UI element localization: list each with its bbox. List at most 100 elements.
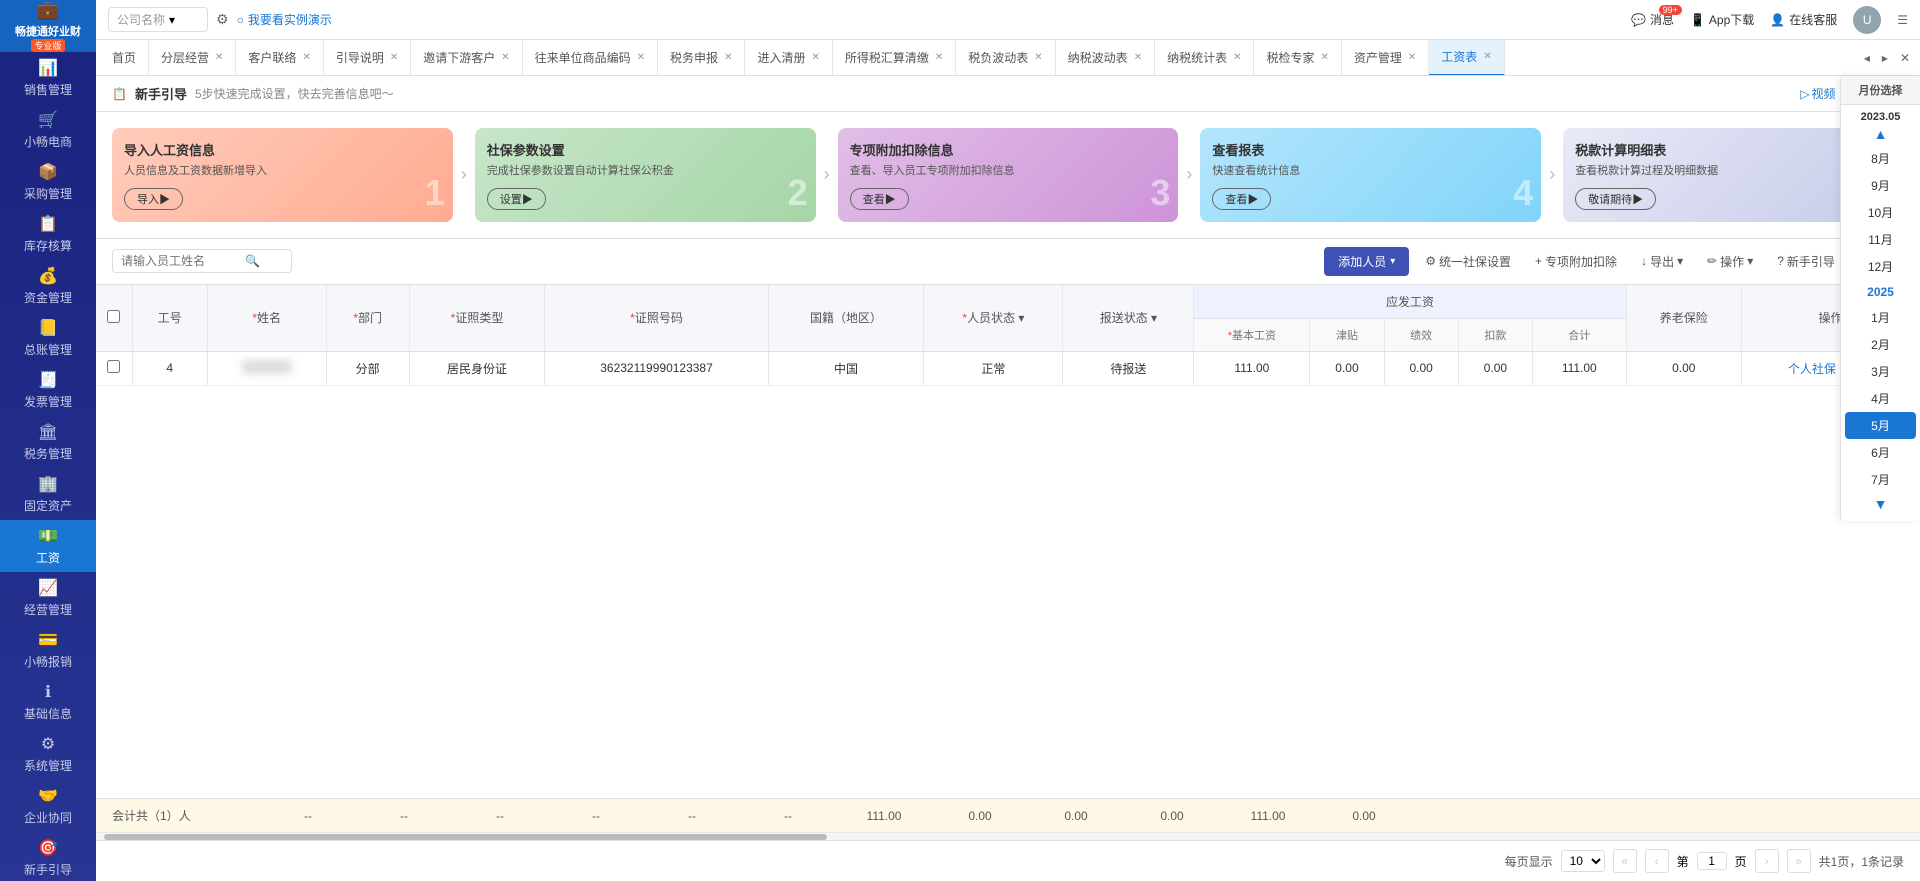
step-btn-1[interactable]: 设置▶	[487, 188, 546, 210]
month-item-10[interactable]: 5月	[1845, 412, 1916, 439]
company-dropdown[interactable]: 公司名称 ▾	[108, 7, 208, 32]
nav-tab-5[interactable]: 往来单位商品编码✕	[523, 40, 658, 76]
tab-close-6[interactable]: ✕	[724, 52, 732, 63]
sidebar-item-发票管理[interactable]: 🧾 发票管理	[0, 364, 96, 416]
demo-link[interactable]: ○ 我要看实例演示	[237, 11, 332, 28]
sidebar-item-总账管理[interactable]: 📒 总账管理	[0, 312, 96, 364]
new-guide-button[interactable]: ? 新手引导	[1769, 249, 1843, 274]
tab-close-14[interactable]: ✕	[1483, 51, 1491, 62]
special-deduction-button[interactable]: + 专项附加扣除	[1527, 249, 1625, 274]
nav-tab-4[interactable]: 邀请下游客户✕	[411, 40, 522, 76]
nav-tab-6[interactable]: 税务申报✕	[658, 40, 745, 76]
sidebar-item-新手引导[interactable]: 🎯 新手引导	[0, 832, 96, 881]
month-item-2[interactable]: 10月	[1845, 199, 1916, 226]
online-service-button[interactable]: 👤 在线客服	[1770, 11, 1837, 28]
social-insurance-link[interactable]: 个人社保	[1788, 360, 1836, 377]
next-page-button[interactable]: ›	[1755, 849, 1779, 873]
select-all-checkbox[interactable]	[107, 310, 120, 323]
message-button[interactable]: 💬 消息 99+	[1631, 11, 1674, 28]
nav-tab-2[interactable]: 客户联络✕	[236, 40, 323, 76]
sidebar-item-经营管理[interactable]: 📈 经营管理	[0, 572, 96, 624]
sidebar-item-企业协同[interactable]: 🤝 企业协同	[0, 780, 96, 832]
nav-tab-3[interactable]: 引导说明✕	[324, 40, 411, 76]
sidebar-item-基础信息[interactable]: ℹ 基础信息	[0, 676, 96, 728]
month-item-8[interactable]: 3月	[1845, 358, 1916, 385]
nav-tab-10[interactable]: 纳税波动表✕	[1056, 40, 1155, 76]
row-checkbox[interactable]	[107, 360, 120, 373]
deduction-icon: +	[1535, 254, 1542, 268]
sidebar-item-税务管理[interactable]: 🏛 税务管理	[0, 416, 96, 468]
add-person-button[interactable]: 添加人员 ▾	[1324, 247, 1409, 276]
month-item-7[interactable]: 2月	[1845, 331, 1916, 358]
guide-video-link[interactable]: ▷ 视频	[1800, 85, 1835, 102]
nav-tabs-next-arrow[interactable]: ▸	[1876, 51, 1894, 65]
prev-page-button[interactable]: ‹	[1645, 849, 1669, 873]
operations-button[interactable]: ✏ 操作 ▾	[1699, 249, 1761, 274]
report-filter-icon[interactable]: ▾	[1151, 311, 1157, 325]
tab-close-10[interactable]: ✕	[1134, 52, 1142, 63]
sidebar-item-库存核算[interactable]: 📋 库存核算	[0, 208, 96, 260]
nav-tab-0[interactable]: 首页	[100, 40, 149, 76]
tab-close-11[interactable]: ✕	[1233, 52, 1241, 63]
month-item-3[interactable]: 11月	[1845, 226, 1916, 253]
nav-tab-8[interactable]: 所得税汇算清缴✕	[833, 40, 956, 76]
sidebar-item-资金管理[interactable]: 💰 资金管理	[0, 260, 96, 312]
nav-tab-14[interactable]: 工资表✕	[1429, 40, 1504, 76]
app-download-button[interactable]: 📱 App下载	[1690, 11, 1754, 28]
first-page-button[interactable]: «	[1613, 849, 1637, 873]
nav-tab-7[interactable]: 进入清册✕	[745, 40, 832, 76]
month-item-9[interactable]: 4月	[1845, 385, 1916, 412]
month-next-button[interactable]: ▼	[1874, 497, 1888, 511]
tab-close-3[interactable]: ✕	[390, 52, 398, 63]
user-avatar[interactable]: U	[1853, 6, 1881, 34]
nav-tabs-prev-arrow[interactable]: ◂	[1858, 51, 1876, 65]
step-btn-4[interactable]: 敬请期待▶	[1575, 188, 1656, 210]
social-insurance-settings-button[interactable]: ⚙ 统一社保设置	[1417, 249, 1519, 274]
tab-close-2[interactable]: ✕	[302, 52, 310, 63]
month-item-12[interactable]: 7月	[1845, 466, 1916, 493]
sidebar-item-销售管理[interactable]: 📊 销售管理	[0, 52, 96, 104]
sidebar-item-系统管理[interactable]: ⚙ 系统管理	[0, 728, 96, 780]
sidebar-item-采购管理[interactable]: 📦 采购管理	[0, 156, 96, 208]
topbar-menu-icon[interactable]: ☰	[1897, 13, 1908, 27]
sidebar-item-小畅报销[interactable]: 💳 小畅报销	[0, 624, 96, 676]
nav-tabs-close-all[interactable]: ✕	[1894, 51, 1916, 65]
sidebar-item-小畅电商[interactable]: 🛒 小畅电商	[0, 104, 96, 156]
step-btn-0[interactable]: 导入▶	[124, 188, 183, 210]
sidebar-logo[interactable]: 💼 畅捷通好业财 专业版	[0, 0, 96, 52]
nav-tab-9[interactable]: 税负波动表✕	[956, 40, 1055, 76]
month-item-1[interactable]: 9月	[1845, 172, 1916, 199]
search-icon[interactable]: 🔍	[245, 254, 260, 268]
status-filter-icon[interactable]: ▾	[1018, 311, 1024, 325]
nav-tab-1[interactable]: 分层经营✕	[149, 40, 236, 76]
tab-close-13[interactable]: ✕	[1408, 52, 1416, 63]
scroll-thumb[interactable]	[104, 834, 827, 840]
month-item-4[interactable]: 12月	[1845, 253, 1916, 280]
step-btn-3[interactable]: 查看▶	[1212, 188, 1271, 210]
sidebar-item-工资[interactable]: 💵 工资	[0, 520, 96, 572]
export-button[interactable]: ↓ 导出 ▾	[1633, 249, 1691, 274]
nav-tab-11[interactable]: 纳税统计表✕	[1155, 40, 1254, 76]
month-item-11[interactable]: 6月	[1845, 439, 1916, 466]
page-prefix: 第	[1677, 853, 1689, 870]
horizontal-scrollbar[interactable]	[96, 832, 1920, 840]
nav-tab-13[interactable]: 资产管理✕	[1342, 40, 1429, 76]
step-btn-2[interactable]: 查看▶	[850, 188, 909, 210]
month-item-6[interactable]: 1月	[1845, 304, 1916, 331]
tab-close-12[interactable]: ✕	[1321, 52, 1329, 63]
topbar-settings-icon[interactable]: ⚙	[216, 11, 229, 28]
month-item-0[interactable]: 8月	[1845, 145, 1916, 172]
tab-close-1[interactable]: ✕	[215, 52, 223, 63]
search-input[interactable]	[121, 254, 241, 268]
nav-tab-12[interactable]: 税检专家✕	[1254, 40, 1341, 76]
tab-close-8[interactable]: ✕	[935, 52, 943, 63]
month-prev-button[interactable]: ▲	[1874, 127, 1888, 141]
month-item-5[interactable]: 2025	[1845, 280, 1916, 304]
last-page-button[interactable]: »	[1787, 849, 1811, 873]
page-size-select[interactable]: 10 20 50	[1561, 850, 1605, 872]
tab-close-4[interactable]: ✕	[501, 52, 509, 63]
sidebar-item-固定资产[interactable]: 🏢 固定资产	[0, 468, 96, 520]
tab-close-9[interactable]: ✕	[1034, 52, 1042, 63]
tab-close-5[interactable]: ✕	[637, 52, 645, 63]
tab-close-7[interactable]: ✕	[811, 52, 819, 63]
